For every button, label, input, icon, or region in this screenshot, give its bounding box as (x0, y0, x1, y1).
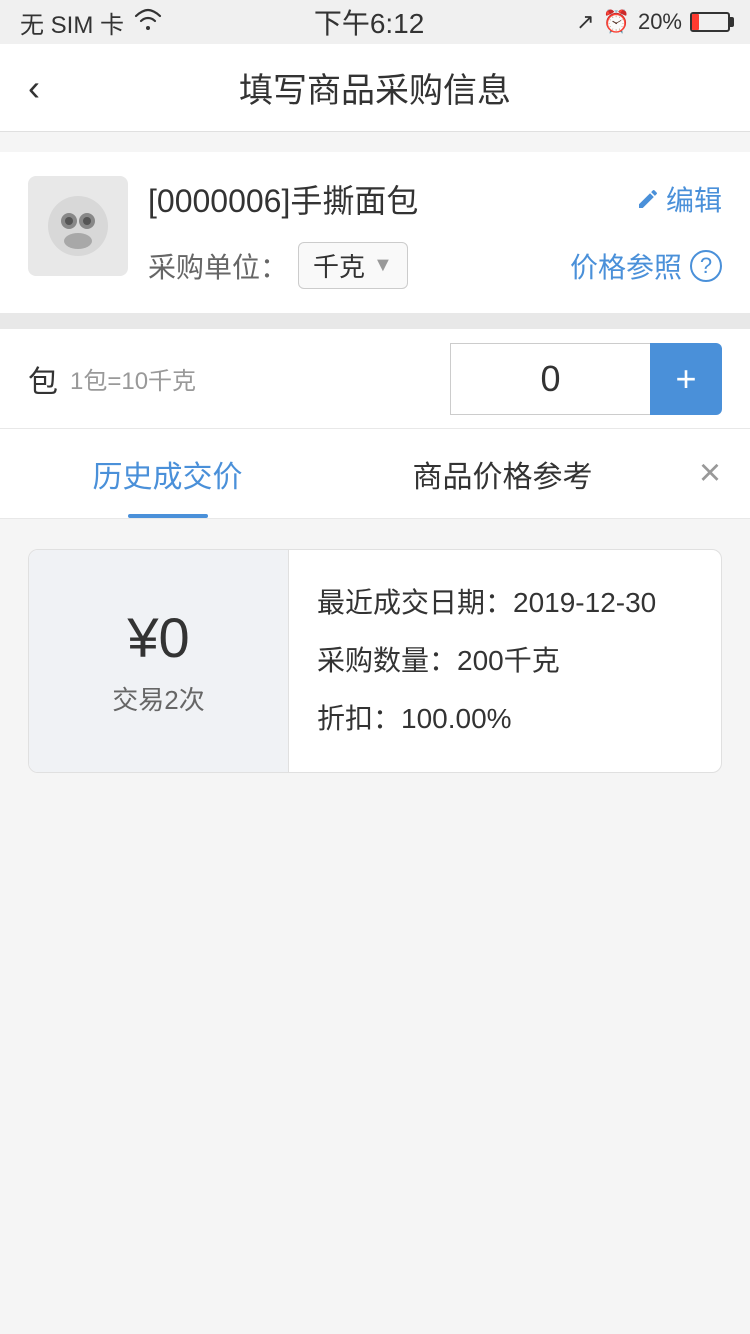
product-info: [0000006]手撕面包 编辑 采购单位： 千克 ▼ 价格参照 ? (148, 176, 722, 289)
price-card-left: ¥0 交易2次 (29, 550, 289, 772)
history-content: ¥0 交易2次 最近成交日期：2019-12-30 采购数量：200千克 折扣：… (0, 519, 750, 803)
product-unit-row: 采购单位： 千克 ▼ 价格参照 ? (148, 242, 722, 289)
tab2-label: 商品价格参考 (413, 452, 593, 496)
tab-history-price[interactable]: 历史成交价 (0, 429, 335, 518)
tab-underline (128, 514, 208, 518)
page-title: 填写商品采购信息 (239, 63, 511, 112)
status-left: 无 SIM 卡 (20, 5, 162, 40)
price-display: ¥0 (127, 605, 189, 670)
back-button[interactable]: ‹ (28, 67, 40, 109)
unit-dropdown-arrow: ▼ (373, 254, 393, 277)
price-card-right: 最近成交日期：2019-12-30 采购数量：200千克 折扣：100.00% (289, 550, 721, 772)
recent-date-label: 最近成交日期： (317, 587, 513, 618)
currency-symbol: ¥ (127, 606, 158, 669)
battery-pct: 20% (638, 9, 682, 35)
wifi-icon (134, 8, 162, 37)
qty-input-group: 0 + (450, 343, 722, 415)
tab1-label: 历史成交价 (93, 452, 243, 496)
battery-icon (690, 12, 730, 32)
tab-close-button[interactable]: × (670, 452, 750, 495)
recent-date-value: 2019-12-30 (513, 587, 656, 618)
qty-detail-value: 200千克 (457, 645, 560, 676)
edit-button[interactable]: 编辑 (636, 179, 722, 219)
discount-row: 折扣：100.00% (317, 698, 693, 740)
trades-count: 交易2次 (112, 680, 204, 717)
qty-input-field[interactable]: 0 (450, 343, 650, 415)
edit-label: 编辑 (666, 179, 722, 219)
unit-label: 采购单位： (148, 246, 288, 286)
unit-select[interactable]: 千克 ▼ (298, 242, 408, 289)
qty-conversion: 1包=10千克 (70, 361, 196, 396)
product-card: [0000006]手撕面包 编辑 采购单位： 千克 ▼ 价格参照 ? (0, 152, 750, 313)
location-icon: ↗ (576, 9, 594, 35)
price-amount-value: 0 (159, 606, 190, 669)
alarm-icon: ⏰ (603, 9, 630, 35)
section-divider (0, 313, 750, 329)
qty-row: 采购数量：200千克 (317, 640, 693, 682)
qty-detail-label: 采购数量： (317, 645, 457, 676)
price-card: ¥0 交易2次 最近成交日期：2019-12-30 采购数量：200千克 折扣：… (28, 549, 722, 773)
carrier-text: 无 SIM 卡 (20, 5, 124, 40)
nav-bar: ‹ 填写商品采购信息 (0, 44, 750, 132)
product-header: [0000006]手撕面包 编辑 (148, 176, 722, 222)
status-right: ↗ ⏰ 20% (576, 9, 730, 35)
time-display: 下午6:12 (314, 2, 425, 42)
qty-label-group: 包 1包=10千克 (28, 357, 196, 401)
product-name: [0000006]手撕面包 (148, 176, 418, 222)
status-bar: 无 SIM 卡 下午6:12 ↗ ⏰ 20% (0, 0, 750, 44)
bottom-panel: 历史成交价 商品价格参考 × ¥0 交易2次 最近成交日期：2019-12-30 (0, 429, 750, 803)
unit-value: 千克 (313, 247, 365, 284)
discount-label: 折扣： (317, 703, 401, 734)
quantity-row: 包 1包=10千克 0 + (0, 329, 750, 429)
price-ref-help-icon: ? (690, 250, 722, 282)
recent-date-row: 最近成交日期：2019-12-30 (317, 582, 693, 624)
tabs-bar: 历史成交价 商品价格参考 × (0, 429, 750, 519)
qty-plus-button[interactable]: + (650, 343, 722, 415)
product-logo (28, 176, 128, 276)
qty-unit-label: 包 (28, 357, 58, 401)
price-ref-label: 价格参照 (570, 246, 682, 286)
discount-value: 100.00% (401, 703, 512, 734)
tab-product-price-ref[interactable]: 商品价格参考 (335, 429, 670, 518)
price-ref-button[interactable]: 价格参照 ? (570, 246, 722, 286)
